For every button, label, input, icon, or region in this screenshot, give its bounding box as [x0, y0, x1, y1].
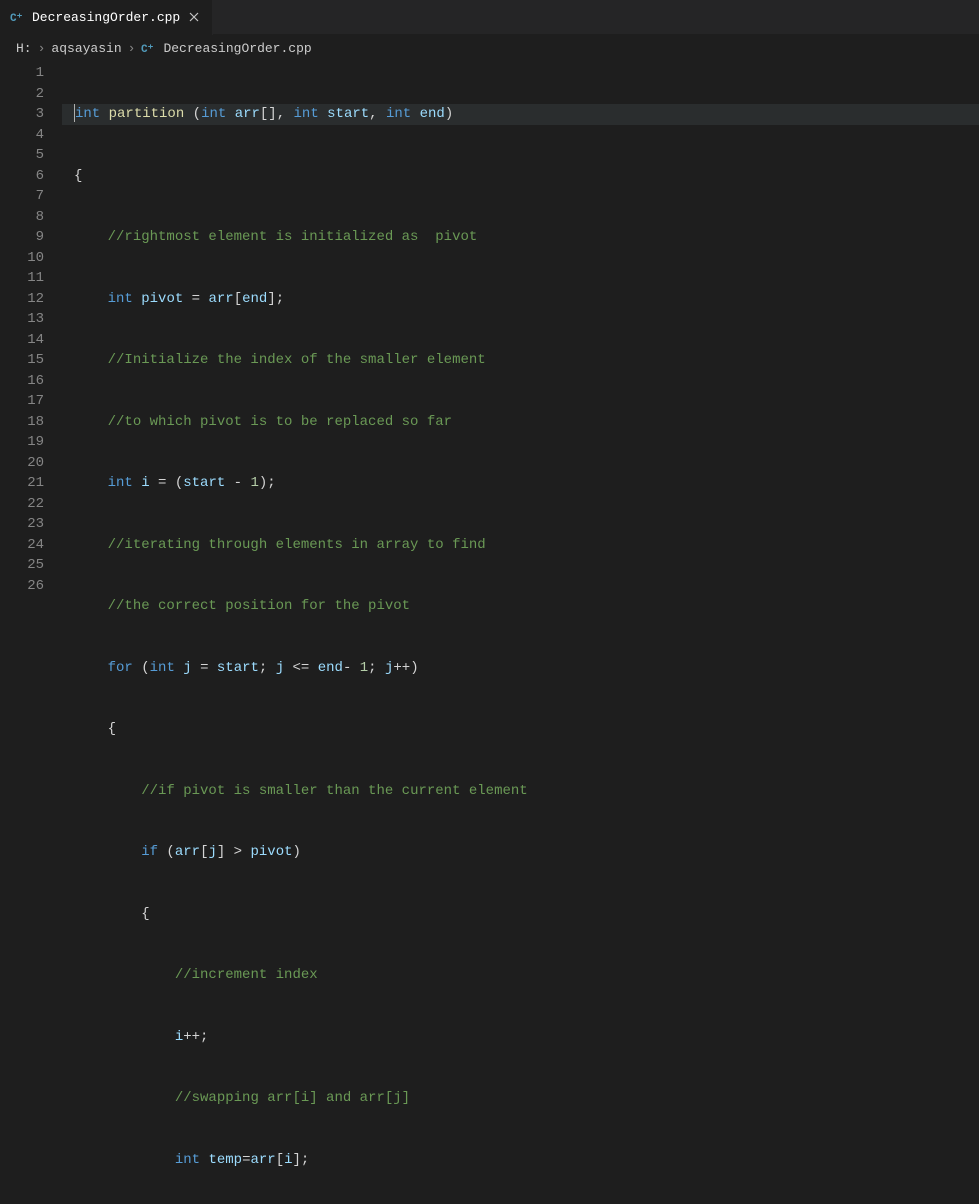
breadcrumb-folder[interactable]: aqsayasin	[51, 41, 121, 56]
code-line[interactable]: //rightmost element is initialized as pi…	[62, 227, 979, 248]
line-number-gutter: 1 2 3 4 5 6 7 8 9 10 11 12 13 14 15 16 1…	[0, 61, 62, 602]
chevron-right-icon: ›	[128, 41, 136, 56]
code-editor[interactable]: 1 2 3 4 5 6 7 8 9 10 11 12 13 14 15 16 1…	[0, 61, 979, 602]
line-number: 9	[0, 227, 44, 248]
code-line[interactable]: {	[62, 166, 979, 187]
line-number: 13	[0, 309, 44, 330]
cpp-file-icon: C⁺	[10, 9, 26, 25]
code-line[interactable]: i++;	[62, 1027, 979, 1048]
line-number: 2	[0, 84, 44, 105]
line-number: 21	[0, 473, 44, 494]
line-number: 10	[0, 248, 44, 269]
line-number: 3	[0, 104, 44, 125]
tab-label: DecreasingOrder.cpp	[32, 10, 180, 25]
code-line[interactable]: if (arr[j] > pivot)	[62, 842, 979, 863]
code-line[interactable]: //Initialize the index of the smaller el…	[62, 350, 979, 371]
breadcrumb-drive[interactable]: H:	[16, 41, 32, 56]
line-number: 18	[0, 412, 44, 433]
line-number: 16	[0, 371, 44, 392]
svg-text:C⁺: C⁺	[10, 13, 23, 25]
breadcrumb-file[interactable]: DecreasingOrder.cpp	[163, 41, 311, 56]
line-number: 19	[0, 432, 44, 453]
code-line[interactable]: int pivot = arr[end];	[62, 289, 979, 310]
line-number: 15	[0, 350, 44, 371]
line-number: 17	[0, 391, 44, 412]
line-number: 1	[0, 63, 44, 84]
line-number: 4	[0, 125, 44, 146]
close-icon[interactable]	[186, 9, 202, 25]
code-line[interactable]: {	[62, 904, 979, 925]
breadcrumb[interactable]: H: › aqsayasin › C⁺ DecreasingOrder.cpp	[0, 35, 979, 61]
line-number: 24	[0, 535, 44, 556]
line-number: 6	[0, 166, 44, 187]
tab-bar: C⁺ DecreasingOrder.cpp	[0, 0, 979, 35]
code-line[interactable]: //iterating through elements in array to…	[62, 535, 979, 556]
line-number: 22	[0, 494, 44, 515]
code-line[interactable]: int temp=arr[i];	[62, 1150, 979, 1171]
code-line[interactable]: //swapping arr[i] and arr[j]	[62, 1088, 979, 1109]
line-number: 14	[0, 330, 44, 351]
line-number: 23	[0, 514, 44, 535]
chevron-right-icon: ›	[38, 41, 46, 56]
line-number: 7	[0, 186, 44, 207]
line-number: 25	[0, 555, 44, 576]
line-number: 8	[0, 207, 44, 228]
line-number: 12	[0, 289, 44, 310]
code-line[interactable]: //to which pivot is to be replaced so fa…	[62, 412, 979, 433]
code-line[interactable]: int partition (int arr[], int start, int…	[62, 104, 979, 125]
line-number: 11	[0, 268, 44, 289]
code-line[interactable]: {	[62, 719, 979, 740]
code-line[interactable]: //increment index	[62, 965, 979, 986]
line-number: 5	[0, 145, 44, 166]
code-line[interactable]: //the correct position for the pivot	[62, 596, 979, 617]
svg-text:C⁺: C⁺	[141, 44, 154, 56]
line-number: 26	[0, 576, 44, 597]
code-line[interactable]: int i = (start - 1);	[62, 473, 979, 494]
code-line[interactable]: for (int j = start; j <= end- 1; j++)	[62, 658, 979, 679]
cpp-file-icon: C⁺	[141, 40, 157, 56]
tab-decreasingorder[interactable]: C⁺ DecreasingOrder.cpp	[0, 0, 213, 35]
code-line[interactable]: //if pivot is smaller than the current e…	[62, 781, 979, 802]
line-number: 20	[0, 453, 44, 474]
code-area[interactable]: int partition (int arr[], int start, int…	[62, 61, 979, 602]
